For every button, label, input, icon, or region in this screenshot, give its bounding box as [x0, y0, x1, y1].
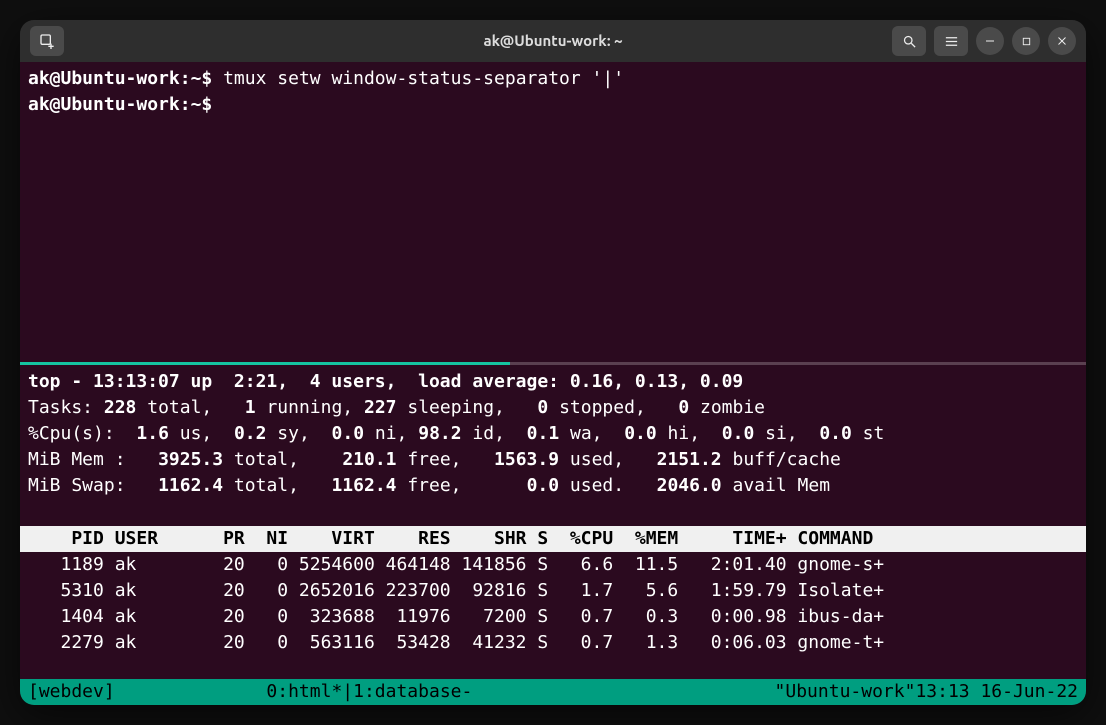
top-process-row: 5310 ak 20 0 2652016 223700 92816 S 1.7 …	[28, 580, 884, 601]
new-tab-button[interactable]	[30, 26, 64, 56]
close-icon	[1056, 35, 1068, 47]
top-summary-line: top - 13:13:07 up 2:21, 4 users, load av…	[28, 371, 743, 392]
search-icon	[902, 34, 917, 49]
command-line: tmux setw window-status-separator '|'	[223, 68, 624, 89]
new-tab-icon	[39, 33, 55, 49]
terminal-body[interactable]: ak@Ubuntu-work:~$ tmux setw window-statu…	[20, 62, 1086, 705]
tmux-pane-bottom[interactable]: top - 13:13:07 up 2:21, 4 users, load av…	[20, 365, 1086, 679]
search-button[interactable]	[892, 26, 926, 56]
top-process-row: 1189 ak 20 0 5254600 464148 141856 S 6.6…	[28, 554, 884, 575]
tmux-status-bar[interactable]: [webdev] 0:html*|1:database- "Ubuntu-work…	[20, 679, 1086, 705]
hamburger-icon	[944, 34, 959, 49]
top-process-row: 1404 ak 20 0 323688 11976 7200 S 0.7 0.3…	[28, 606, 884, 627]
hamburger-menu-button[interactable]	[934, 26, 968, 56]
tmux-clock: 13:13 16-Jun-22	[915, 679, 1078, 705]
maximize-button[interactable]	[1012, 27, 1040, 55]
close-button[interactable]	[1048, 27, 1076, 55]
top-process-row: 2279 ak 20 0 563116 53428 41232 S 0.7 1.…	[28, 632, 884, 653]
top-process-header: PID USER PR NI VIRT RES SHR S %CPU %MEM …	[20, 526, 1086, 552]
minimize-button[interactable]	[976, 27, 1004, 55]
tmux-window-list: 0:html*|1:database-	[266, 679, 472, 705]
tmux-pane-top[interactable]: ak@Ubuntu-work:~$ tmux setw window-statu…	[20, 62, 1086, 362]
minimize-icon	[984, 35, 996, 47]
terminal-window: ak@Ubuntu-work: ~	[20, 20, 1086, 705]
tmux-host: "Ubuntu-work"	[775, 679, 916, 705]
maximize-icon	[1021, 36, 1032, 47]
titlebar: ak@Ubuntu-work: ~	[20, 20, 1086, 62]
prompt-user: ak@Ubuntu-work	[28, 68, 180, 89]
tmux-session-name: [webdev]	[28, 679, 115, 705]
